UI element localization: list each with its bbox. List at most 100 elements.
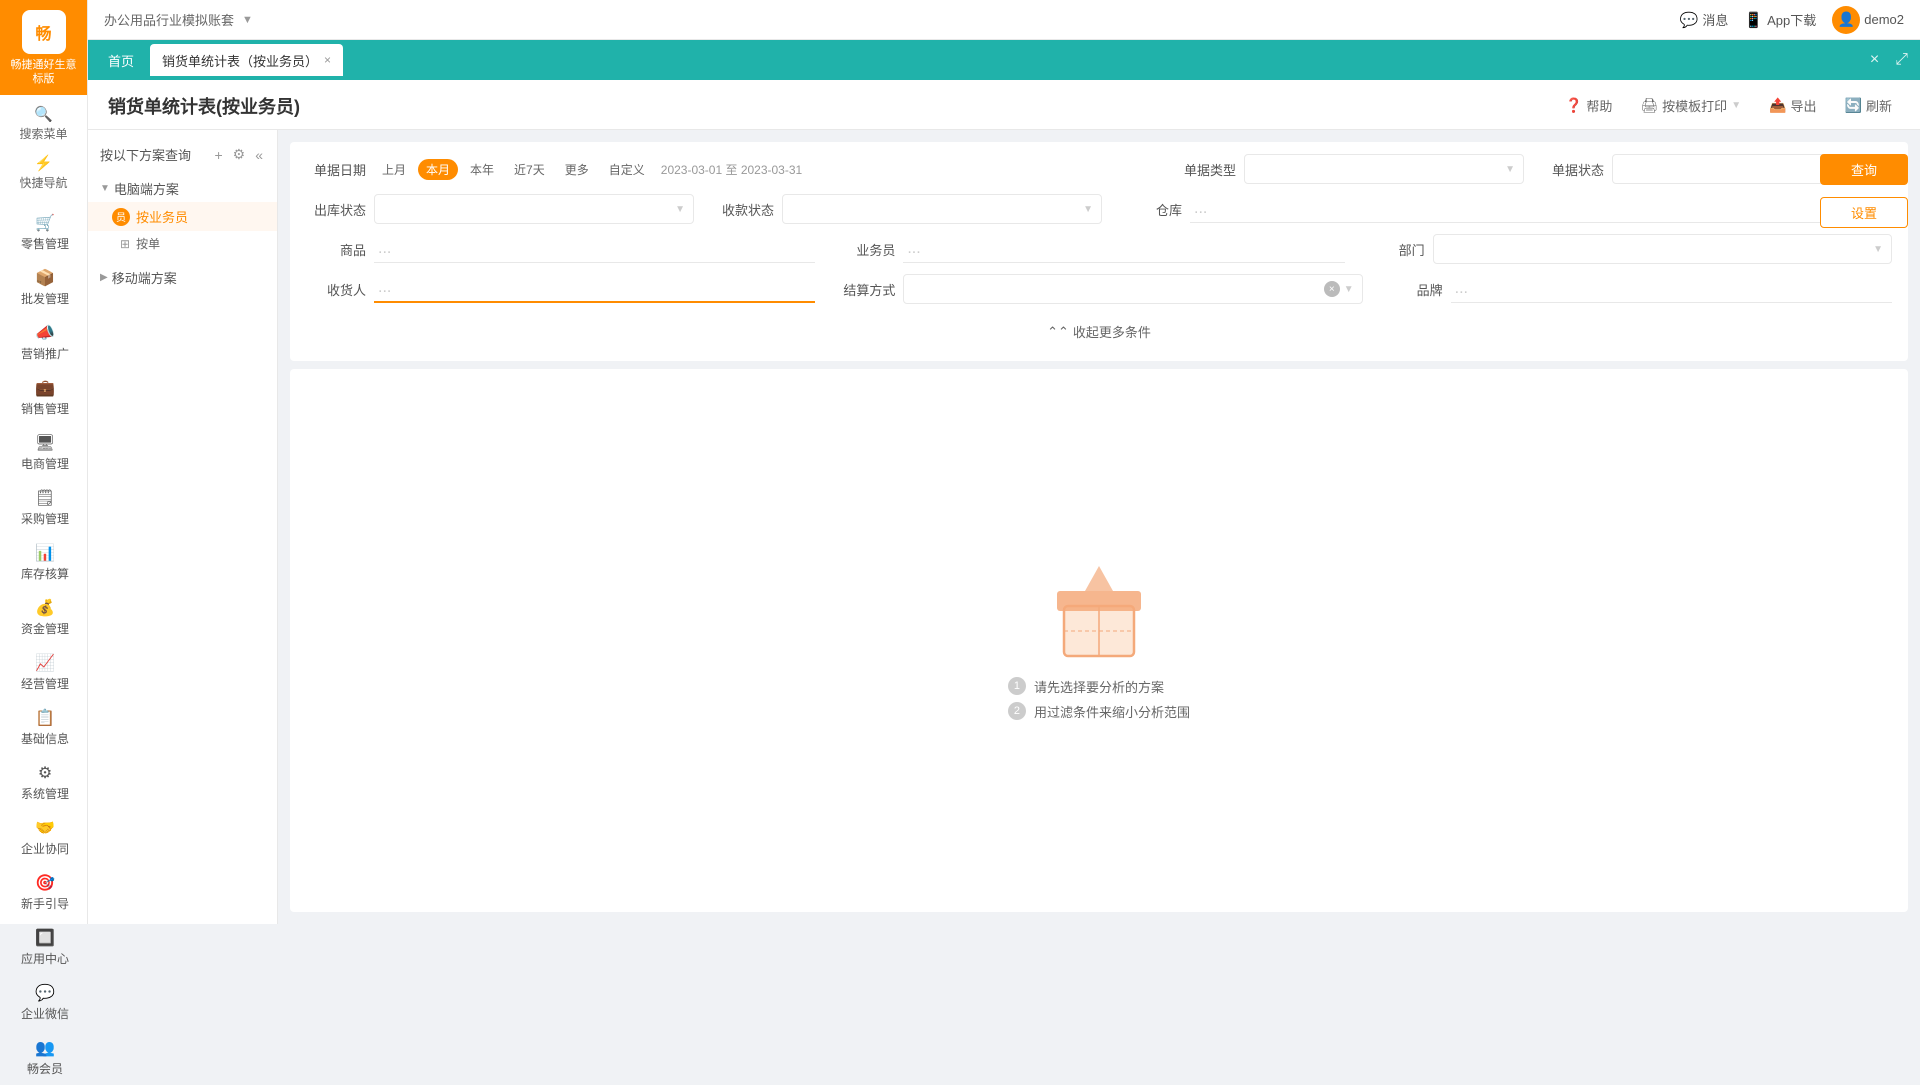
collapse-row: ⌃⌃ 收起更多条件	[306, 314, 1892, 349]
page-title: 销货单统计表(按业务员)	[108, 93, 300, 119]
module-dropdown-icon[interactable]: ▼	[242, 14, 253, 26]
date-tab-last-month[interactable]: 上月	[374, 159, 414, 180]
sidebar-item-operation[interactable]: 📈 经营管理	[0, 645, 87, 700]
date-tab-more[interactable]: 更多	[557, 159, 597, 180]
page-header-actions: ❓ 帮助 🖨 按模板打印 ▼ 📤 导出 🔄 刷新	[1557, 92, 1900, 119]
settings-scheme-button[interactable]: ⚙	[231, 144, 248, 165]
consignee-label: 收货人	[306, 280, 366, 299]
salesman-label: 业务员	[835, 240, 895, 259]
wholesale-icon: 📦	[35, 268, 55, 288]
out-status-select[interactable]: ▼	[374, 194, 694, 224]
scheme-by-salesman[interactable]: 员 按业务员	[88, 202, 277, 231]
brand-input-area: ...	[1451, 276, 1892, 303]
wechat-icon: 💬	[35, 983, 55, 1003]
close-tab-btn[interactable]: ×	[1866, 47, 1883, 73]
sidebar-item-basic[interactable]: 📋 基础信息	[0, 700, 87, 755]
expand-tab-btn[interactable]: ⤢	[1891, 47, 1912, 73]
tab-close-button[interactable]: ×	[324, 53, 331, 67]
query-button[interactable]: 查询	[1820, 154, 1908, 185]
add-icon: +	[214, 147, 222, 163]
desktop-collapse-icon: ▼	[100, 183, 110, 194]
mobile-collapse-icon: ▶	[100, 272, 108, 283]
user-avatar[interactable]: 👤 demo2	[1832, 6, 1904, 34]
refresh-button[interactable]: 🔄 刷新	[1837, 92, 1900, 119]
sidebar-item-ecommerce[interactable]: 🖥 电商管理	[0, 425, 87, 480]
brand-more-btn[interactable]: ...	[1455, 280, 1468, 298]
tip-num-1: 1	[1008, 677, 1026, 695]
goods-more-btn[interactable]: ...	[378, 240, 391, 258]
search-menu-item[interactable]: 🔍 搜索菜单	[0, 95, 87, 148]
scheme-by-order[interactable]: ⊞ 按单	[88, 231, 277, 256]
sidebar-item-wechat[interactable]: 💬 企业微信	[0, 975, 87, 1030]
apps-icon: 🔲	[35, 928, 55, 948]
warehouse-label: 仓库	[1122, 200, 1182, 219]
warehouse-more-btn[interactable]: ...	[1194, 200, 1207, 218]
add-scheme-button[interactable]: +	[212, 145, 224, 165]
print-dropdown-icon[interactable]: ▼	[1731, 100, 1741, 111]
filter-row-2: 出库状态 ▼ 收款状态 ▼ 仓库 ...	[306, 194, 1892, 224]
salesman-more-btn[interactable]: ...	[907, 240, 920, 258]
app-download-icon: 📱	[1744, 11, 1763, 29]
export-button[interactable]: 📤 导出	[1761, 92, 1824, 119]
settlement-dropdown-icon: ▼	[1344, 284, 1354, 295]
refresh-icon: 🔄	[1845, 97, 1862, 114]
department-label: 部门	[1365, 240, 1425, 259]
quick-nav-item[interactable]: ⚡ 快捷导航	[0, 148, 87, 197]
date-tab-this-month[interactable]: 本月	[418, 159, 458, 180]
date-tab-last-7[interactable]: 近7天	[506, 159, 553, 180]
goods-label: 商品	[306, 240, 366, 259]
consignee-more-btn[interactable]: ...	[378, 279, 391, 297]
sidebar-item-newbie[interactable]: 🎯 新手引导	[0, 865, 87, 920]
empty-tip-2: 2 用过滤条件来缩小分析范围	[1008, 702, 1190, 721]
app-logo: 畅 畅捷通好生意标版	[0, 0, 87, 95]
settings-button[interactable]: 设置	[1820, 197, 1908, 228]
collapse-conditions-button[interactable]: ⌃⌃ 收起更多条件	[1031, 318, 1167, 345]
settlement-clear-icon[interactable]: ×	[1324, 281, 1340, 297]
template-print-button[interactable]: 🖨 按模板打印 ▼	[1632, 92, 1749, 119]
marketing-icon: 📣	[35, 323, 55, 343]
doc-type-dropdown-icon: ▼	[1505, 164, 1515, 175]
sidebar-item-member[interactable]: 👥 畅会员	[0, 1030, 87, 1085]
desktop-scheme-group: ▼ 电脑端方案 员 按业务员 ⊞ 按单	[88, 171, 277, 260]
message-button[interactable]: 💬 消息	[1680, 10, 1729, 29]
purchase-icon: 🗒	[35, 488, 55, 508]
tab-sales-stat[interactable]: 销货单统计表（按业务员） ×	[150, 44, 343, 76]
tab-home[interactable]: 首页	[96, 44, 146, 76]
tip-num-2: 2	[1008, 702, 1026, 720]
sidebar-item-system[interactable]: ⚙ 系统管理	[0, 755, 87, 810]
left-panel-actions: + ⚙ «	[212, 144, 265, 165]
payment-status-label: 收款状态	[714, 200, 774, 219]
sidebar-item-apps[interactable]: 🔲 应用中心	[0, 920, 87, 975]
sidebar-item-wholesale[interactable]: 📦 批发管理	[0, 260, 87, 315]
doc-type-select[interactable]: ▼	[1244, 154, 1524, 184]
empty-tip-1: 1 请先选择要分析的方案	[1008, 677, 1190, 696]
sidebar-item-enterprise[interactable]: 🤝 企业协同	[0, 810, 87, 865]
logo-icon: 畅	[22, 10, 66, 54]
app-download-button[interactable]: 📱 App下载	[1744, 10, 1816, 29]
sidebar-item-sales[interactable]: 💼 销售管理	[0, 370, 87, 425]
sidebar-item-finance[interactable]: 💰 资金管理	[0, 590, 87, 645]
body-layout: 按以下方案查询 + ⚙ «	[88, 130, 1920, 924]
payment-status-select[interactable]: ▼	[782, 194, 1102, 224]
retail-icon: 🛒	[35, 213, 55, 233]
collapse-panel-button[interactable]: «	[253, 145, 265, 165]
newbie-icon: 🎯	[35, 873, 55, 893]
mobile-group-header[interactable]: ▶ 移动端方案	[88, 264, 277, 291]
date-tab-this-year[interactable]: 本年	[462, 159, 502, 180]
ecommerce-icon: 🖥	[35, 433, 55, 453]
date-tab-custom[interactable]: 自定义	[601, 159, 653, 180]
avatar-image: 👤	[1832, 6, 1860, 34]
mobile-scheme-group: ▶ 移动端方案	[88, 260, 277, 295]
sidebar-item-marketing[interactable]: 📣 营销推广	[0, 315, 87, 370]
sidebar-item-retail[interactable]: 🛒 零售管理	[0, 205, 87, 260]
help-button[interactable]: ❓ 帮助	[1557, 92, 1620, 119]
settlement-select[interactable]: × ▼	[903, 274, 1362, 304]
desktop-group-header[interactable]: ▼ 电脑端方案	[88, 175, 277, 202]
out-status-dropdown-icon: ▼	[675, 204, 685, 215]
sidebar-item-inventory[interactable]: 📊 库存核算	[0, 535, 87, 590]
filter-row-3: 商品 ... 业务员 ... 部门 ▼	[306, 234, 1892, 264]
sidebar-item-purchase[interactable]: 🗒 采购管理	[0, 480, 87, 535]
page-header: 销货单统计表(按业务员) ❓ 帮助 🖨 按模板打印 ▼ 📤 导出 🔄 刷新	[88, 80, 1920, 130]
consignee-input-area: ...	[374, 275, 815, 303]
doc-type-label: 单据类型	[1176, 160, 1236, 179]
